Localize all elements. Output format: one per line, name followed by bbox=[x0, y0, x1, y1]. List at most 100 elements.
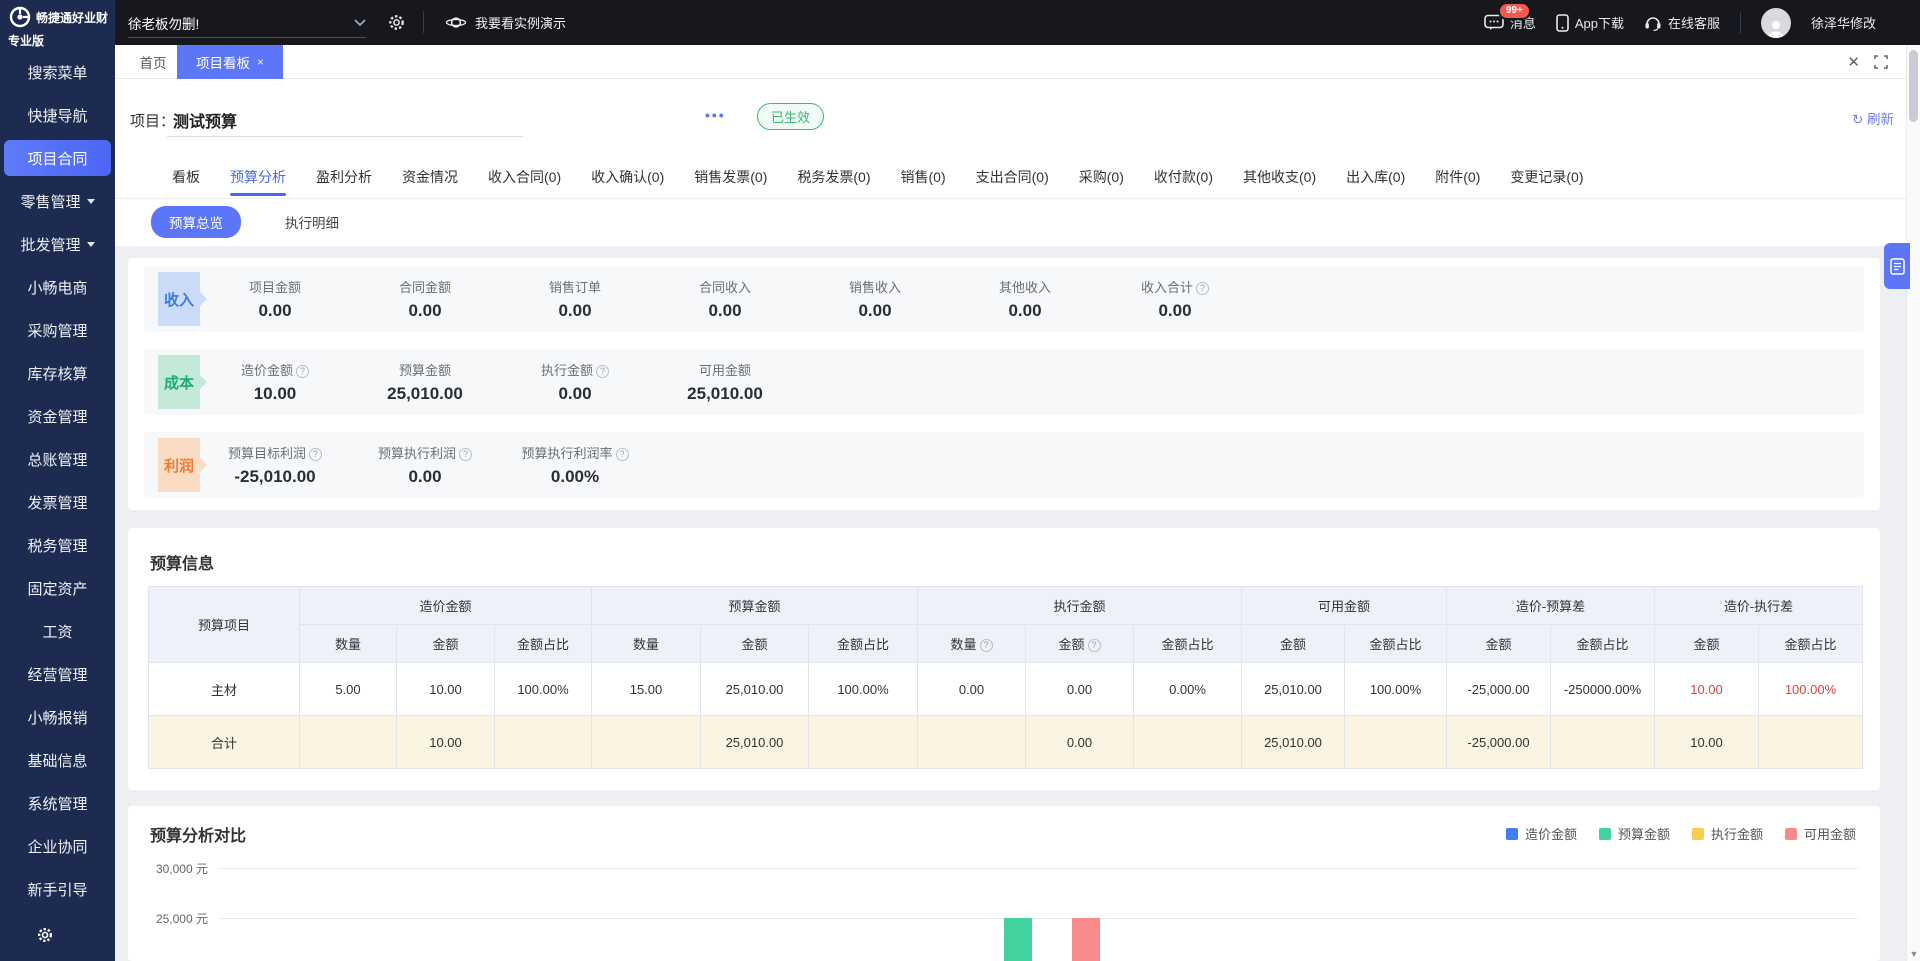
table-row[interactable]: 主材 5.00 10.00 100.00% 15.00 25,010.00 100.00% 0… bbox=[148, 662, 1863, 716]
info-icon[interactable]: ? bbox=[1196, 282, 1209, 295]
info-icon[interactable]: ? bbox=[459, 448, 472, 461]
scroll-down-icon[interactable]: ▼ bbox=[1907, 949, 1920, 959]
sidebar-item-4[interactable]: 零售管理 bbox=[0, 183, 115, 219]
sidebar-item-20[interactable]: 新手引导 bbox=[0, 871, 115, 907]
subtab-2[interactable]: 执行明细 bbox=[267, 206, 357, 238]
refresh-button[interactable]: ↻ 刷新 bbox=[1852, 108, 1894, 128]
detail-tab-6[interactable]: 收入确认(0) bbox=[591, 155, 664, 199]
account-dropdown[interactable]: 徐老板勿删! bbox=[128, 0, 366, 45]
sidebar-item-label: 系统管理 bbox=[27, 795, 88, 813]
legend-item-预算金额[interactable]: 预算金额 bbox=[1598, 824, 1670, 843]
topbar-right: 99+ 消息 App下载 在线客服 徐泽华修改 bbox=[1484, 0, 1876, 45]
phone-icon bbox=[1556, 13, 1569, 32]
sidebar-item-6[interactable]: 小畅电商 bbox=[0, 269, 115, 305]
detail-tab-1[interactable]: 看板 bbox=[172, 155, 200, 199]
subtab-1[interactable]: 预算总览 bbox=[151, 206, 241, 238]
scrollbar-thumb[interactable] bbox=[1909, 50, 1918, 122]
detail-tab-9[interactable]: 销售(0) bbox=[901, 155, 946, 199]
info-icon[interactable]: ? bbox=[309, 448, 322, 461]
info-icon[interactable]: ? bbox=[1087, 639, 1101, 652]
metric-value: 0.00 bbox=[258, 301, 292, 320]
metric-value: 25,010.00 bbox=[687, 384, 763, 403]
info-icon[interactable]: ? bbox=[296, 365, 309, 378]
app-download-button[interactable]: App下载 bbox=[1556, 13, 1624, 32]
headset-icon bbox=[1645, 17, 1661, 31]
detail-tab-5[interactable]: 收入合同(0) bbox=[488, 155, 561, 199]
sidebar-item-17[interactable]: 基础信息 bbox=[0, 742, 115, 778]
bar-预算金额[interactable] bbox=[1004, 917, 1032, 961]
row-name-cell: 主材 bbox=[148, 662, 300, 716]
brand-name: 畅捷通好业财 bbox=[36, 10, 109, 25]
sidebar-item-5[interactable]: 批发管理 bbox=[0, 226, 115, 262]
sidebar-item-2[interactable]: 快捷导航 bbox=[0, 97, 115, 133]
tab-home[interactable]: 首页 bbox=[130, 45, 176, 79]
summary-strip-利润: 利润 预算目标利润? -25,010.00 预算执行利润? 0.00 预算执行利润率? 0.… bbox=[144, 432, 1864, 498]
sidebar-item-10[interactable]: 总账管理 bbox=[0, 441, 115, 477]
sidebar-item-15[interactable]: 经营管理 bbox=[0, 656, 115, 692]
chevron-down-icon bbox=[354, 18, 366, 26]
summary-strip-收入: 收入 项目金额 0.00 合同金额 0.00 销售订单 0.00 合同收入 0.00 销售收入 0.… bbox=[144, 266, 1864, 332]
value-cell bbox=[1550, 715, 1655, 769]
detail-tab-14[interactable]: 出入库(0) bbox=[1346, 155, 1405, 199]
value-cell: 10.00 bbox=[396, 662, 495, 716]
messages-button[interactable]: 99+ 消息 bbox=[1484, 2, 1536, 32]
more-options-button[interactable]: ••• bbox=[705, 107, 726, 123]
metric: 合同收入 0.00 bbox=[650, 277, 800, 321]
info-icon[interactable]: ? bbox=[615, 448, 629, 461]
sidebar-item-14[interactable]: 工资 bbox=[0, 613, 115, 649]
vertical-scrollbar[interactable]: ▼ bbox=[1906, 45, 1920, 961]
sidebar-item-1[interactable]: 搜索菜单 bbox=[0, 54, 115, 90]
sidebar-item-13[interactable]: 固定资产 bbox=[0, 570, 115, 606]
close-all-icon[interactable]: ✕ bbox=[1847, 53, 1860, 71]
bar-可用金额[interactable] bbox=[1072, 917, 1100, 961]
online-service-button[interactable]: 在线客服 bbox=[1644, 13, 1720, 32]
detail-tab-12[interactable]: 收付款(0) bbox=[1154, 155, 1213, 199]
sidebar-item-11[interactable]: 发票管理 bbox=[0, 484, 115, 520]
detail-tab-4[interactable]: 资金情况 bbox=[402, 155, 458, 199]
avatar[interactable] bbox=[1760, 7, 1791, 38]
gridline bbox=[218, 868, 1858, 869]
settings-gear-icon[interactable] bbox=[387, 13, 406, 37]
username[interactable]: 徐泽华修改 bbox=[1811, 13, 1876, 32]
col-group-header: 造价金额 bbox=[299, 586, 592, 625]
detail-tab-3[interactable]: 盈利分析 bbox=[316, 155, 372, 199]
card-tag: 成本 bbox=[158, 355, 207, 409]
detail-tab-13[interactable]: 其他收支(0) bbox=[1243, 155, 1316, 199]
tab-project-board[interactable]: 项目看板 × bbox=[177, 45, 283, 79]
sidebar-gear-icon[interactable] bbox=[36, 926, 54, 949]
detail-tab-8[interactable]: 税务发票(0) bbox=[797, 155, 870, 199]
close-tab-icon[interactable]: × bbox=[257, 55, 264, 69]
legend-item-执行金额[interactable]: 执行金额 bbox=[1691, 824, 1763, 843]
detail-tab-15[interactable]: 附件(0) bbox=[1435, 155, 1480, 199]
sidebar-item-12[interactable]: 税务管理 bbox=[0, 527, 115, 563]
value-cell bbox=[917, 715, 1026, 769]
project-name-input[interactable]: 测试预算 bbox=[173, 108, 237, 132]
col-subheader: 金额 bbox=[1446, 624, 1551, 663]
detail-tab-11[interactable]: 采购(0) bbox=[1079, 155, 1124, 199]
sidebar-item-18[interactable]: 系统管理 bbox=[0, 785, 115, 821]
metric-label: 销售订单 bbox=[548, 280, 601, 295]
detail-tab-10[interactable]: 支出合同(0) bbox=[976, 155, 1049, 199]
sidebar-item-8[interactable]: 库存核算 bbox=[0, 355, 115, 391]
sidebar-item-19[interactable]: 企业协同 bbox=[0, 828, 115, 864]
legend-item-可用金额[interactable]: 可用金额 bbox=[1784, 824, 1856, 843]
fullscreen-icon[interactable] bbox=[1874, 55, 1888, 69]
info-icon[interactable]: ? bbox=[979, 639, 993, 652]
detail-tab-7[interactable]: 销售发票(0) bbox=[694, 155, 767, 199]
info-icon[interactable]: ? bbox=[596, 365, 609, 378]
divider bbox=[115, 198, 1906, 199]
tag-pennant bbox=[200, 375, 207, 389]
demo-link[interactable]: 我要看实例演示 bbox=[445, 0, 566, 45]
sidebar-item-9[interactable]: 资金管理 bbox=[0, 398, 115, 434]
sidebar-item-16[interactable]: 小畅报销 bbox=[0, 699, 115, 735]
metric-value: 0.00 bbox=[1158, 301, 1192, 320]
detail-tab-16[interactable]: 变更记录(0) bbox=[1510, 155, 1583, 199]
report-drawer-toggle[interactable] bbox=[1884, 243, 1910, 289]
brand-logo: 畅捷通好业财 专业版 bbox=[8, 5, 113, 49]
sidebar-item-3[interactable]: 项目合同 bbox=[4, 140, 111, 176]
detail-tab-2[interactable]: 预算分析 bbox=[230, 155, 286, 199]
metric-label: 可用金额 bbox=[698, 363, 751, 378]
col-subheader: 金额? bbox=[1025, 624, 1134, 663]
legend-item-造价金额[interactable]: 造价金额 bbox=[1505, 824, 1577, 843]
sidebar-item-7[interactable]: 采购管理 bbox=[0, 312, 115, 348]
